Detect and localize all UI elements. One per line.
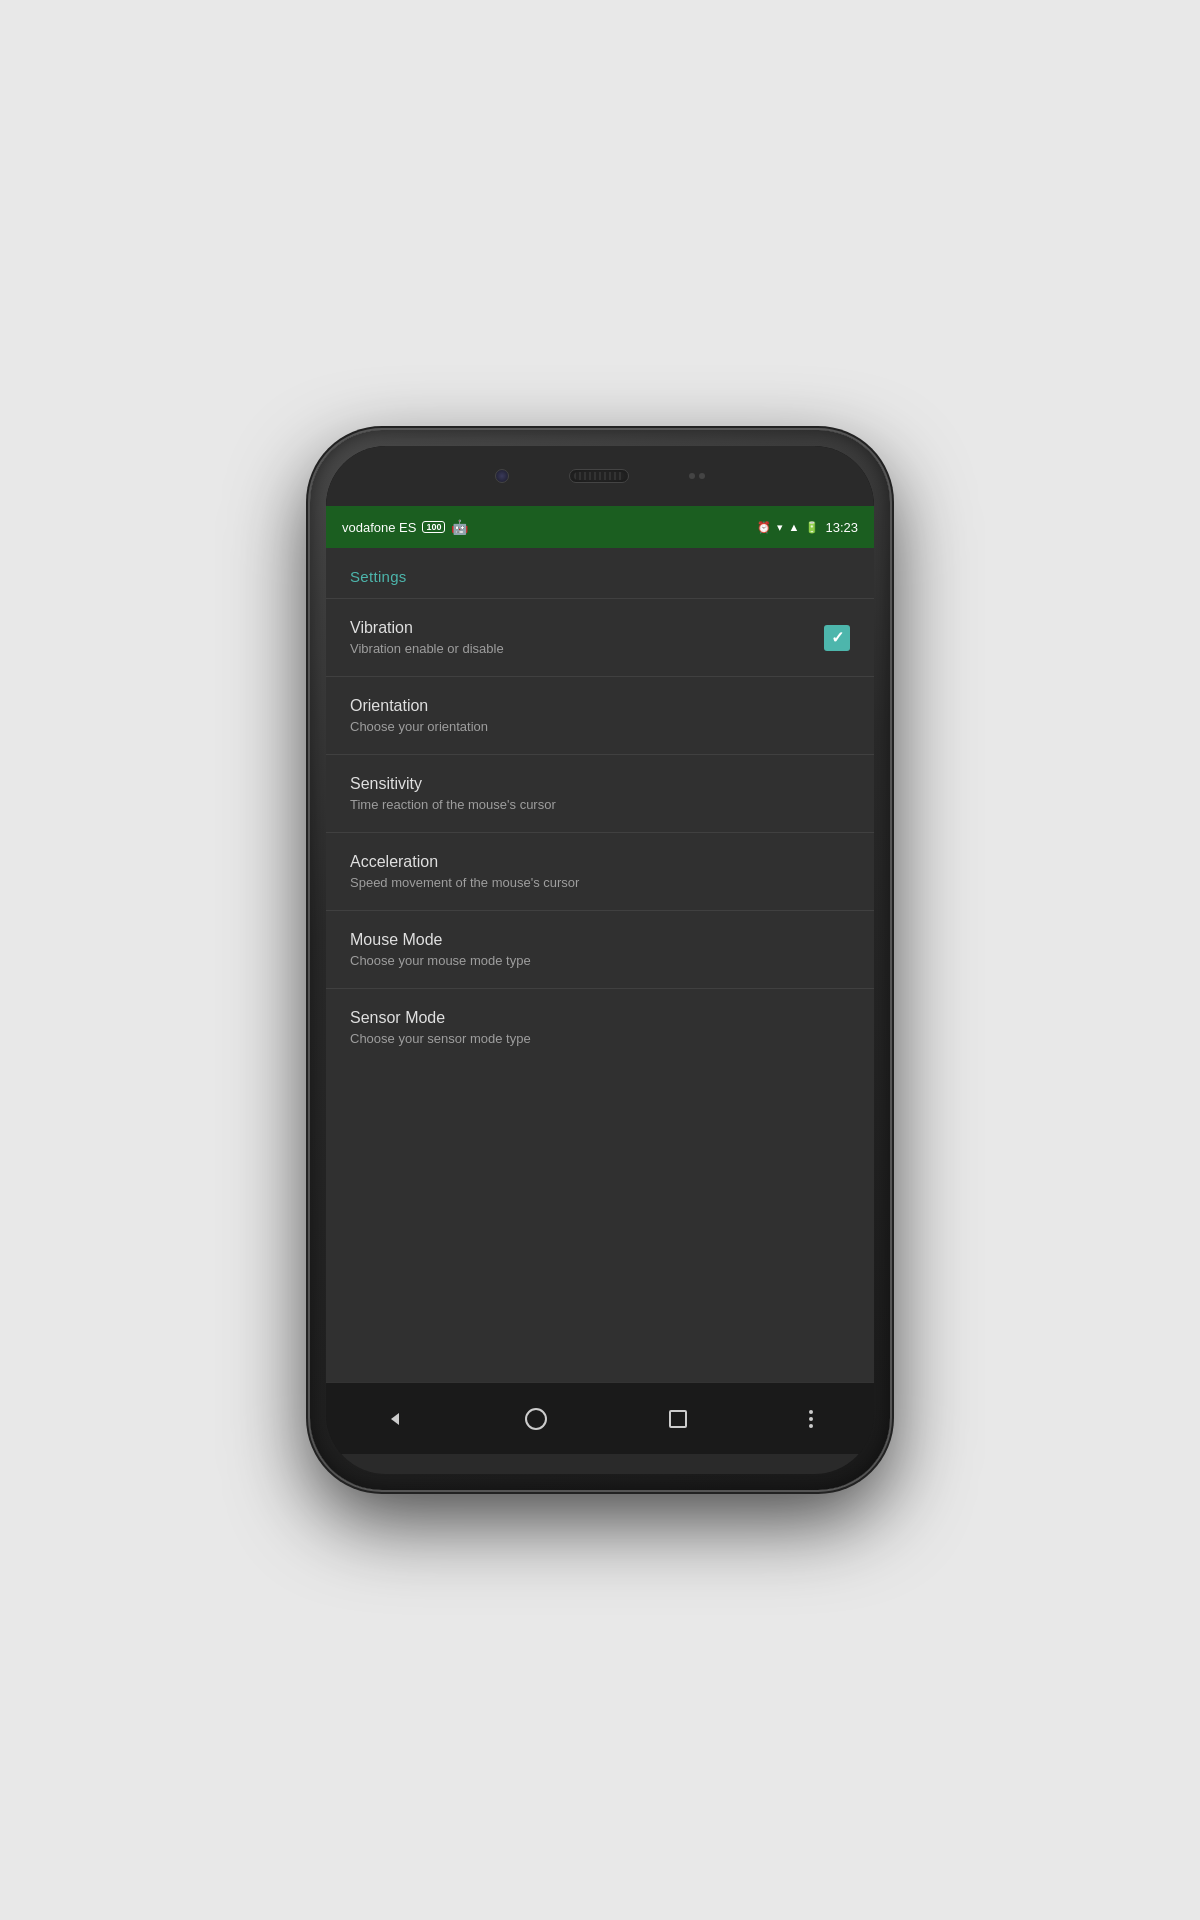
settings-item-text-sensitivity: Sensitivity Time reaction of the mouse's … bbox=[350, 775, 850, 812]
dot-1 bbox=[689, 473, 695, 479]
settings-item-orientation[interactable]: Orientation Choose your orientation bbox=[326, 676, 874, 754]
screen-content: Settings Vibration Vibration enable or di… bbox=[326, 548, 874, 1382]
carrier-badge: 100 bbox=[422, 521, 445, 533]
checkbox-vibration[interactable] bbox=[824, 625, 850, 651]
settings-item-title-sensitivity: Sensitivity bbox=[350, 775, 850, 793]
settings-item-sensitivity[interactable]: Sensitivity Time reaction of the mouse's … bbox=[326, 754, 874, 832]
nav-bar bbox=[326, 1382, 874, 1454]
recents-button[interactable] bbox=[659, 1400, 697, 1438]
status-left: vodafone ES 100 🤖 bbox=[342, 519, 468, 535]
android-icon: 🤖 bbox=[451, 519, 468, 535]
settings-item-subtitle-mouse-mode: Choose your mouse mode type bbox=[350, 953, 850, 968]
hardware-dots bbox=[689, 473, 705, 479]
recents-square bbox=[669, 1410, 687, 1428]
settings-item-title-vibration: Vibration bbox=[350, 619, 824, 637]
wifi-icon: ▾ bbox=[777, 521, 783, 534]
settings-item-mouse-mode[interactable]: Mouse Mode Choose your mouse mode type bbox=[326, 910, 874, 988]
page-title: Settings bbox=[350, 568, 407, 585]
status-bar: vodafone ES 100 🤖 ⏰ ▾ ▲ 🔋 13:23 bbox=[326, 506, 874, 548]
settings-item-sensor-mode[interactable]: Sensor Mode Choose your sensor mode type bbox=[326, 988, 874, 1066]
settings-item-subtitle-sensitivity: Time reaction of the mouse's cursor bbox=[350, 797, 850, 812]
settings-list: Vibration Vibration enable or disable Orie… bbox=[326, 598, 874, 1066]
settings-item-title-mouse-mode: Mouse Mode bbox=[350, 931, 850, 949]
settings-item-text-orientation: Orientation Choose your orientation bbox=[350, 697, 850, 734]
settings-item-subtitle-acceleration: Speed movement of the mouse's cursor bbox=[350, 875, 850, 890]
back-button[interactable] bbox=[377, 1401, 413, 1437]
settings-item-title-acceleration: Acceleration bbox=[350, 853, 850, 871]
alarm-icon: ⏰ bbox=[757, 521, 771, 534]
phone-hardware-top bbox=[326, 446, 874, 506]
settings-item-text-sensor-mode: Sensor Mode Choose your sensor mode type bbox=[350, 1009, 850, 1046]
settings-item-subtitle-sensor-mode: Choose your sensor mode type bbox=[350, 1031, 850, 1046]
more-dots bbox=[809, 1410, 813, 1428]
settings-item-text-vibration: Vibration Vibration enable or disable bbox=[350, 619, 824, 656]
settings-header: Settings bbox=[326, 548, 874, 598]
settings-item-title-sensor-mode: Sensor Mode bbox=[350, 1009, 850, 1027]
signal-icon: ▲ bbox=[789, 521, 800, 533]
more-button[interactable] bbox=[799, 1400, 823, 1438]
carrier-name: vodafone ES bbox=[342, 520, 416, 535]
settings-item-text-mouse-mode: Mouse Mode Choose your mouse mode type bbox=[350, 931, 850, 968]
clock: 13:23 bbox=[825, 520, 858, 535]
speaker bbox=[569, 469, 629, 483]
phone-bottom-curve bbox=[326, 1454, 874, 1474]
phone-screen: vodafone ES 100 🤖 ⏰ ▾ ▲ 🔋 13:23 Settings… bbox=[326, 446, 874, 1474]
settings-item-text-acceleration: Acceleration Speed movement of the mouse'… bbox=[350, 853, 850, 890]
settings-item-title-orientation: Orientation bbox=[350, 697, 850, 715]
settings-item-subtitle-vibration: Vibration enable or disable bbox=[350, 641, 824, 656]
home-button[interactable] bbox=[515, 1398, 557, 1440]
settings-item-subtitle-orientation: Choose your orientation bbox=[350, 719, 850, 734]
svg-marker-0 bbox=[391, 1413, 399, 1425]
status-right: ⏰ ▾ ▲ 🔋 13:23 bbox=[757, 520, 858, 535]
settings-item-acceleration[interactable]: Acceleration Speed movement of the mouse'… bbox=[326, 832, 874, 910]
battery-icon: 🔋 bbox=[805, 521, 819, 534]
front-camera bbox=[495, 469, 509, 483]
home-circle bbox=[525, 1408, 547, 1430]
phone-device: vodafone ES 100 🤖 ⏰ ▾ ▲ 🔋 13:23 Settings… bbox=[310, 430, 890, 1490]
settings-item-vibration[interactable]: Vibration Vibration enable or disable bbox=[326, 598, 874, 676]
dot-2 bbox=[699, 473, 705, 479]
